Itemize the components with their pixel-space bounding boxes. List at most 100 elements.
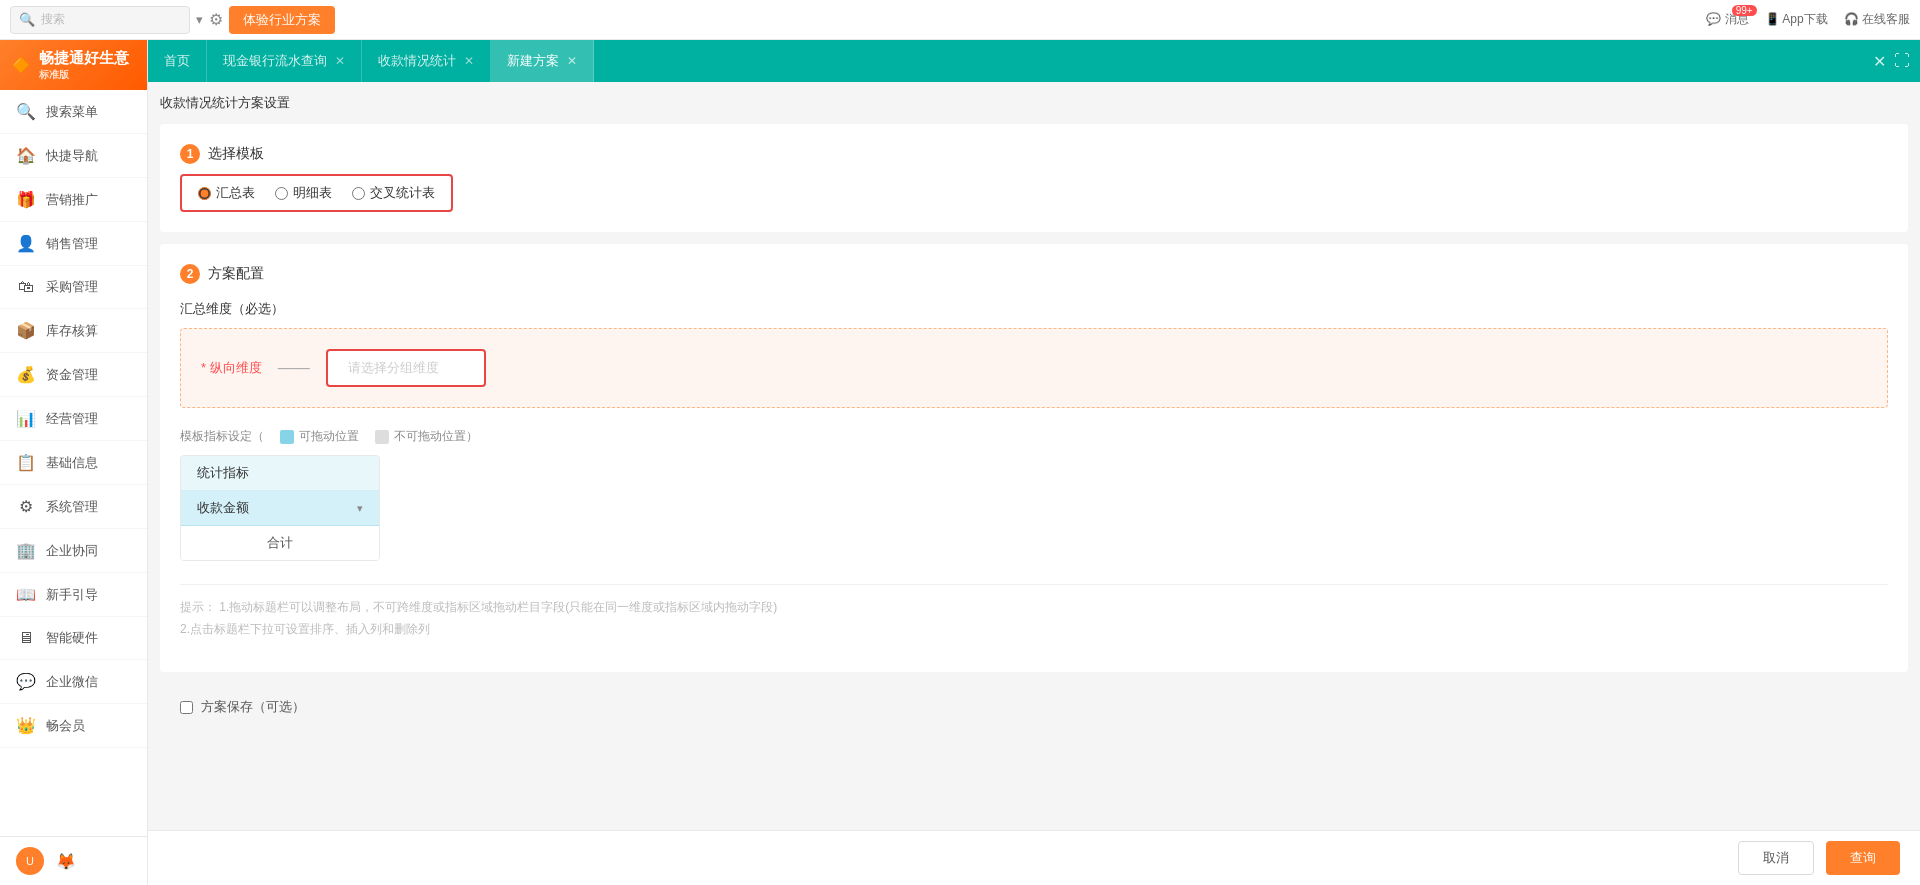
notification-area[interactable]: 💬 99+ 消息: [1706, 11, 1748, 28]
tab-home-label: 首页: [164, 52, 190, 70]
radio-detail[interactable]: [275, 187, 288, 200]
sidebar-label-system: 系统管理: [46, 498, 98, 516]
sidebar-item-guide[interactable]: 📖 新手引导: [0, 573, 147, 617]
hardware-icon: 🖥: [16, 629, 36, 647]
marketing-icon: 🎁: [16, 190, 36, 209]
notification-count: 99+: [1732, 5, 1757, 16]
sidebar-item-finance[interactable]: 💰 资金管理: [0, 353, 147, 397]
guide-icon: 📖: [16, 585, 36, 604]
sidebar-item-purchase[interactable]: 🛍 采购管理: [0, 266, 147, 309]
sidebar-item-member[interactable]: 👑 畅会员: [0, 704, 147, 748]
sidebar-label-inventory: 库存核算: [46, 322, 98, 340]
sidebar: 🔶 畅捷通好生意 标准版 🔍 搜索菜单 🏠 快捷导航 🎁 营销推广 👤 销售管理…: [0, 40, 148, 885]
sidebar-item-system[interactable]: ⚙ 系统管理: [0, 485, 147, 529]
sidebar-item-cooperation[interactable]: 🏢 企业协同: [0, 529, 147, 573]
template-options: 汇总表 明细表 交叉统计表: [180, 174, 453, 212]
search-icon: 🔍: [19, 12, 35, 27]
search-wrap[interactable]: 🔍 搜索: [10, 6, 190, 34]
step2-badge: 2: [180, 264, 200, 284]
column-header[interactable]: 收款金额 ▾: [181, 491, 379, 526]
dimension-select[interactable]: 请选择分组维度: [326, 349, 486, 387]
operations-icon: 📊: [16, 409, 36, 428]
settings-icon[interactable]: ⚙: [209, 10, 223, 29]
user-avatar[interactable]: U: [16, 847, 44, 875]
avatar-icon-2: 🦊: [56, 852, 76, 871]
sidebar-item-sales[interactable]: 👤 销售管理: [0, 222, 147, 266]
step2-card: 2 方案配置 汇总维度（必选） * 纵向维度 —— 请选择分组维度: [160, 244, 1908, 672]
indicator-header: 统计指标: [181, 456, 379, 491]
tab-bar: 首页 现金银行流水查询 ✕ 收款情况统计 ✕ 新建方案 ✕ ✕ ⛶: [148, 40, 1920, 82]
indicator-section: 模板指标设定（ 可拖动位置 不可拖动位置） 统计指标: [180, 428, 1888, 564]
sidebar-item-inventory[interactable]: 📦 库存核算: [0, 309, 147, 353]
tip1: 提示： 1.拖动标题栏可以调整布局，不可跨维度或指标区域拖动栏目字段(只能在同一…: [180, 597, 1888, 619]
tab-collection-stats[interactable]: 收款情况统计 ✕: [362, 40, 491, 82]
top-bar-left: 🔍 搜索 ▾ ⚙ 体验行业方案: [10, 6, 1698, 34]
tab-expand-btn[interactable]: ⛶: [1894, 52, 1910, 70]
template-option-cross[interactable]: 交叉统计表: [352, 184, 435, 202]
fixed-label: 不可拖动位置）: [394, 428, 478, 445]
step2-label: 方案配置: [208, 265, 264, 283]
sidebar-item-marketing[interactable]: 🎁 营销推广: [0, 178, 147, 222]
template-option-summary[interactable]: 汇总表: [198, 184, 255, 202]
sidebar-logo: 🔶 畅捷通好生意 标准版: [0, 40, 147, 90]
tab-new-plan-close-icon[interactable]: ✕: [567, 54, 577, 68]
column-label: 收款金额: [197, 499, 249, 517]
tab-close-all-btn[interactable]: ✕: [1873, 52, 1886, 71]
sidebar-label-cooperation: 企业协同: [46, 542, 98, 560]
sidebar-label-member: 畅会员: [46, 717, 85, 735]
sidebar-item-search-menu[interactable]: 🔍 搜索菜单: [0, 90, 147, 134]
radio-cross[interactable]: [352, 187, 365, 200]
save-option-checkbox[interactable]: [180, 701, 193, 714]
fixed-box-icon: [375, 430, 389, 444]
query-button[interactable]: 查询: [1826, 841, 1900, 875]
save-option-label: 方案保存（可选）: [201, 698, 305, 716]
vertical-dim-label: * 纵向维度: [201, 359, 262, 377]
purchase-icon: 🛍: [16, 278, 36, 296]
tab-new-plan[interactable]: 新建方案 ✕: [491, 40, 594, 82]
sidebar-label-hardware: 智能硬件: [46, 629, 98, 647]
radio-summary[interactable]: [198, 187, 211, 200]
tips-section: 提示： 1.拖动标题栏可以调整布局，不可跨维度或指标区域拖动栏目字段(只能在同一…: [180, 584, 1888, 652]
page-content: 收款情况统计方案设置 1 选择模板 汇总表 明细表: [148, 82, 1920, 830]
template-option-detail[interactable]: 明细表: [275, 184, 332, 202]
sidebar-label-sales: 销售管理: [46, 235, 98, 253]
template-cross-label: 交叉统计表: [370, 184, 435, 202]
sidebar-label-search-menu: 搜索菜单: [46, 103, 98, 121]
wechat-icon: 💬: [16, 672, 36, 691]
tab-collection-stats-close-icon[interactable]: ✕: [464, 54, 474, 68]
notification-icon: 💬: [1706, 12, 1721, 26]
sidebar-item-quick-nav[interactable]: 🏠 快捷导航: [0, 134, 147, 178]
cancel-button[interactable]: 取消: [1738, 841, 1814, 875]
sidebar-item-hardware[interactable]: 🖥 智能硬件: [0, 617, 147, 660]
sidebar-item-basic-info[interactable]: 📋 基础信息: [0, 441, 147, 485]
system-icon: ⚙: [16, 497, 36, 516]
tab-cash-bank-close-icon[interactable]: ✕: [335, 54, 345, 68]
basic-info-icon: 📋: [16, 453, 36, 472]
sidebar-label-guide: 新手引导: [46, 586, 98, 604]
download-label: App下载: [1782, 12, 1827, 26]
template-detail-label: 明细表: [293, 184, 332, 202]
tab-collection-stats-label: 收款情况统计: [378, 52, 456, 70]
dimension-config: 汇总维度（必选） * 纵向维度 —— 请选择分组维度: [180, 300, 1888, 408]
tab-cash-bank[interactable]: 现金银行流水查询 ✕: [207, 40, 362, 82]
online-support[interactable]: 🎧 在线客服: [1844, 11, 1910, 28]
industry-btn[interactable]: 体验行业方案: [229, 6, 335, 34]
app-edition: 标准版: [39, 68, 129, 82]
support-icon: 🎧: [1844, 12, 1859, 26]
dropdown-arrow-icon[interactable]: ▾: [196, 12, 203, 27]
dimension-area: * 纵向维度 —— 请选择分组维度: [180, 328, 1888, 408]
template-summary-label: 汇总表: [216, 184, 255, 202]
tab-home[interactable]: 首页: [148, 40, 207, 82]
dimension-title: 汇总维度（必选）: [180, 300, 1888, 318]
column-dropdown-icon[interactable]: ▾: [357, 502, 363, 515]
sales-icon: 👤: [16, 234, 36, 253]
search-menu-icon: 🔍: [16, 102, 36, 121]
sidebar-item-operations[interactable]: 📊 经营管理: [0, 397, 147, 441]
app-download[interactable]: 📱 App下载: [1765, 11, 1828, 28]
sidebar-label-quick-nav: 快捷导航: [46, 147, 98, 165]
sidebar-label-finance: 资金管理: [46, 366, 98, 384]
sidebar-item-wechat[interactable]: 💬 企业微信: [0, 660, 147, 704]
inventory-icon: 📦: [16, 321, 36, 340]
indicator-title-text: 模板指标设定（: [180, 428, 264, 445]
tab-new-plan-label: 新建方案: [507, 52, 559, 70]
